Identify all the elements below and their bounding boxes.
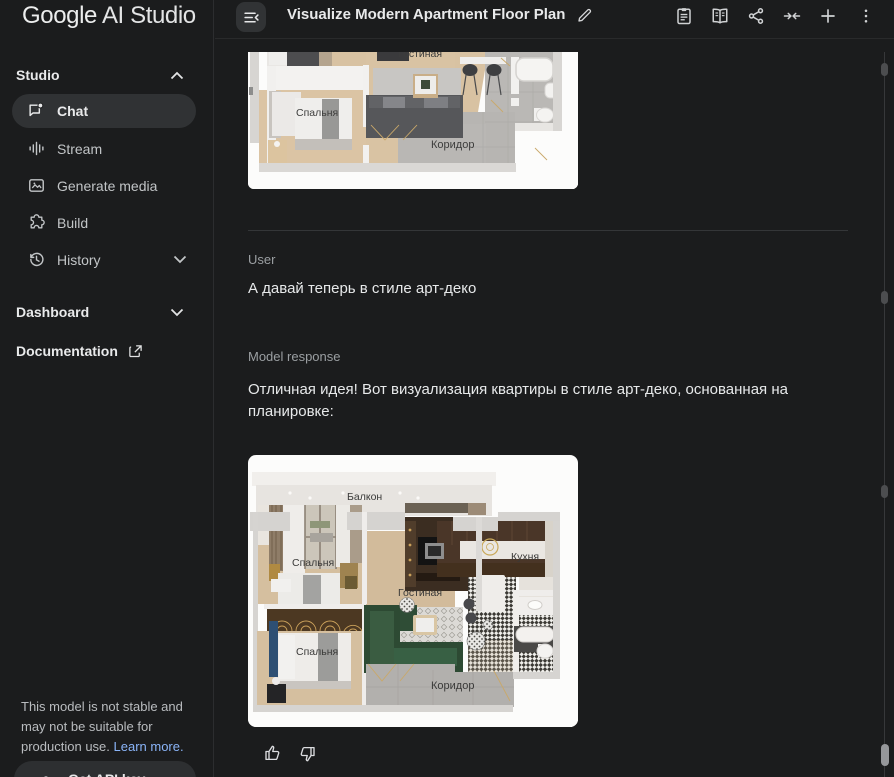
svg-text:Гостиная: Гостиная	[398, 52, 442, 60]
svg-text:Кухня: Кухня	[511, 551, 539, 563]
svg-text:Спальня: Спальня	[296, 646, 338, 658]
svg-text:Спальня: Спальня	[296, 107, 338, 119]
svg-text:Коридор: Коридор	[431, 680, 474, 692]
svg-text:Коридор: Коридор	[431, 139, 474, 151]
svg-text:Балкон: Балкон	[347, 491, 382, 503]
svg-text:Спальня: Спальня	[292, 557, 334, 569]
svg-text:Гостиная: Гостиная	[398, 587, 442, 599]
